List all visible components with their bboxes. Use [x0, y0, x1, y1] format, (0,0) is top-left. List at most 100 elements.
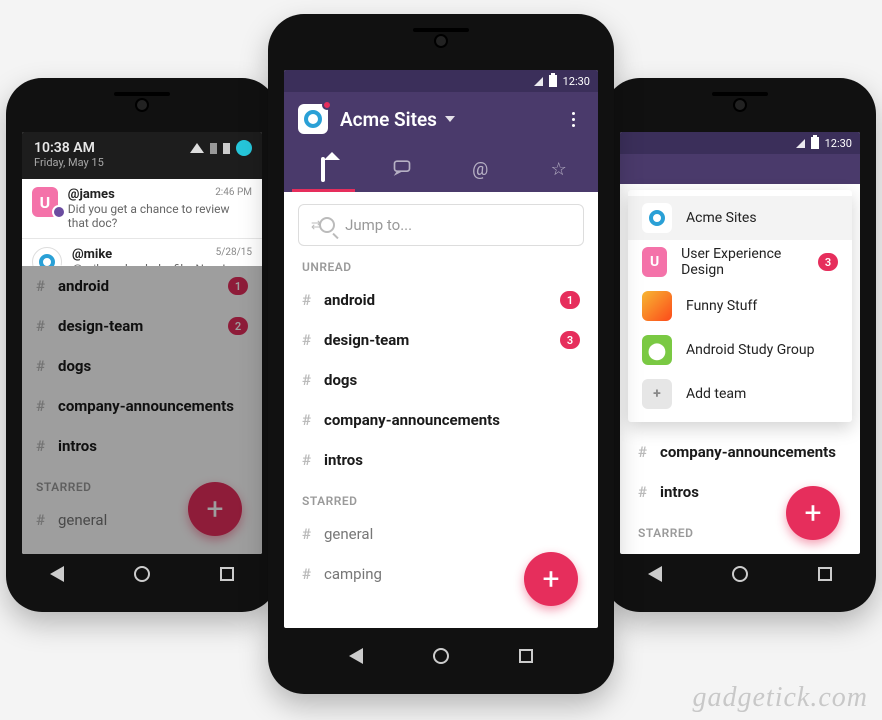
channel-row[interactable]: #design-team3	[302, 320, 580, 360]
workspace-item[interactable]: Funny Stuff	[628, 284, 852, 328]
battery-icon	[210, 143, 217, 154]
notification-dot-icon	[322, 100, 332, 110]
back-button[interactable]	[648, 566, 662, 582]
app-header: Acme Sites @ ☆	[284, 92, 598, 192]
workspace-name: Acme Sites	[686, 210, 757, 226]
channel-row[interactable]: #design-team2	[36, 306, 248, 346]
channel-row[interactable]: #company-announcements	[638, 432, 842, 472]
channel-name: android	[58, 277, 109, 295]
channel-name: dogs	[58, 357, 91, 375]
channel-name: intros	[324, 451, 363, 469]
more-vert-icon	[572, 112, 575, 127]
notification-card[interactable]: U @james Did you get a chance to review …	[22, 179, 262, 239]
tab-starred[interactable]: ☆	[520, 146, 599, 192]
hash-icon: #	[36, 437, 50, 455]
channel-row[interactable]: # company-announcements	[36, 386, 248, 426]
channel-row[interactable]: #dogs	[36, 346, 248, 386]
recents-button[interactable]	[818, 567, 832, 581]
channel-row[interactable]: #company-announcements	[302, 400, 580, 440]
channel-row[interactable]: #general	[302, 514, 580, 554]
search-button[interactable]	[528, 108, 550, 130]
star-icon: ☆	[551, 159, 567, 180]
status-icons	[190, 140, 252, 156]
workspace-name: User Experience Design	[681, 246, 804, 278]
hash-icon: #	[302, 411, 316, 429]
workspace-item[interactable]: ⬤ Android Study Group	[628, 328, 852, 372]
workspace-switcher-button[interactable]	[298, 104, 328, 134]
channel-name: android	[324, 291, 375, 309]
date-text: Friday, May 15	[34, 156, 250, 169]
stage: 10:38 AM Friday, May 15 U @james Did you…	[0, 0, 882, 720]
compose-fab[interactable]: +	[786, 486, 840, 540]
add-team-item[interactable]: + Add team	[628, 372, 852, 416]
channel-row[interactable]: #general	[638, 546, 842, 554]
channel-row[interactable]: #android1	[302, 280, 580, 320]
channel-row[interactable]: # camping	[36, 540, 248, 554]
back-button[interactable]	[50, 566, 64, 582]
tab-mentions[interactable]: @	[441, 146, 520, 192]
home-icon	[321, 157, 325, 182]
app-badge-icon	[52, 205, 66, 219]
compose-fab[interactable]: +	[188, 482, 242, 536]
section-header: UNREAD	[302, 260, 580, 274]
workspace-item[interactable]: Acme Sites	[628, 196, 852, 240]
workspace-title-button[interactable]: Acme Sites	[340, 108, 516, 131]
hash-icon: #	[36, 511, 50, 529]
channel-name: company-announcements	[58, 397, 234, 415]
hash-icon: #	[36, 551, 50, 554]
unread-badge: 3	[560, 331, 580, 349]
channel-name: design-team	[58, 317, 143, 335]
jump-to-input[interactable]: ⇄ Jump to...	[298, 204, 584, 246]
overflow-menu-button[interactable]	[562, 108, 584, 130]
phone-right: 12:30 Acme Sites U User Experience Desig…	[604, 78, 876, 612]
channel-name: camping	[58, 551, 116, 554]
back-button[interactable]	[349, 648, 363, 664]
phone-center: 12:30 Acme Sites	[268, 14, 614, 694]
clock-text: 12:30	[563, 75, 590, 88]
phone-left: 10:38 AM Friday, May 15 U @james Did you…	[6, 78, 278, 612]
android-navbar	[6, 556, 278, 592]
unread-badge: 2	[228, 317, 248, 335]
hash-icon: #	[302, 451, 316, 469]
workspace-item[interactable]: U User Experience Design 3	[628, 240, 852, 284]
channel-name: intros	[58, 437, 97, 455]
channel-name: general	[58, 511, 107, 529]
signal-icon	[796, 139, 805, 148]
screen-right: 12:30 Acme Sites U User Experience Desig…	[620, 132, 860, 554]
workspace-switcher-menu: Acme Sites U User Experience Design 3 Fu…	[628, 190, 852, 422]
recents-button[interactable]	[519, 649, 533, 663]
status-bar: 12:30	[284, 70, 598, 92]
hash-icon: #	[36, 277, 50, 295]
channel-row[interactable]: # intros	[302, 440, 580, 480]
watermark-text: gadgetick.com	[693, 682, 869, 714]
tab-home[interactable]	[284, 146, 363, 192]
hash-icon: #	[302, 291, 316, 309]
workspace-title: Acme Sites	[340, 108, 437, 131]
search-icon	[319, 217, 335, 233]
battery-icon-2	[223, 143, 230, 154]
hash-icon: #	[302, 565, 316, 583]
channel-name: dogs	[324, 371, 357, 389]
channel-row[interactable]: # dogs	[302, 360, 580, 400]
channel-name: general	[324, 525, 373, 543]
jump-placeholder: Jump to...	[345, 216, 412, 234]
recents-button[interactable]	[220, 567, 234, 581]
user-avatar-icon[interactable]	[236, 140, 252, 156]
tab-dms[interactable]	[363, 146, 442, 192]
compose-fab[interactable]: +	[524, 552, 578, 606]
home-button[interactable]	[433, 648, 449, 664]
channel-row[interactable]: #android1	[36, 266, 248, 306]
message-icon	[392, 157, 412, 182]
wifi-icon	[190, 143, 204, 153]
workspace-avatar-icon	[642, 203, 672, 233]
home-button[interactable]	[732, 566, 748, 582]
channel-name: camping	[324, 565, 382, 583]
workspace-logo-icon	[304, 110, 322, 128]
channel-row[interactable]: # intros	[36, 426, 248, 466]
workspace-avatar-icon	[642, 291, 672, 321]
hash-icon: #	[302, 371, 316, 389]
home-button[interactable]	[134, 566, 150, 582]
hash-icon: #	[36, 397, 50, 415]
hash-icon: #	[638, 443, 652, 461]
app-header	[620, 154, 860, 184]
